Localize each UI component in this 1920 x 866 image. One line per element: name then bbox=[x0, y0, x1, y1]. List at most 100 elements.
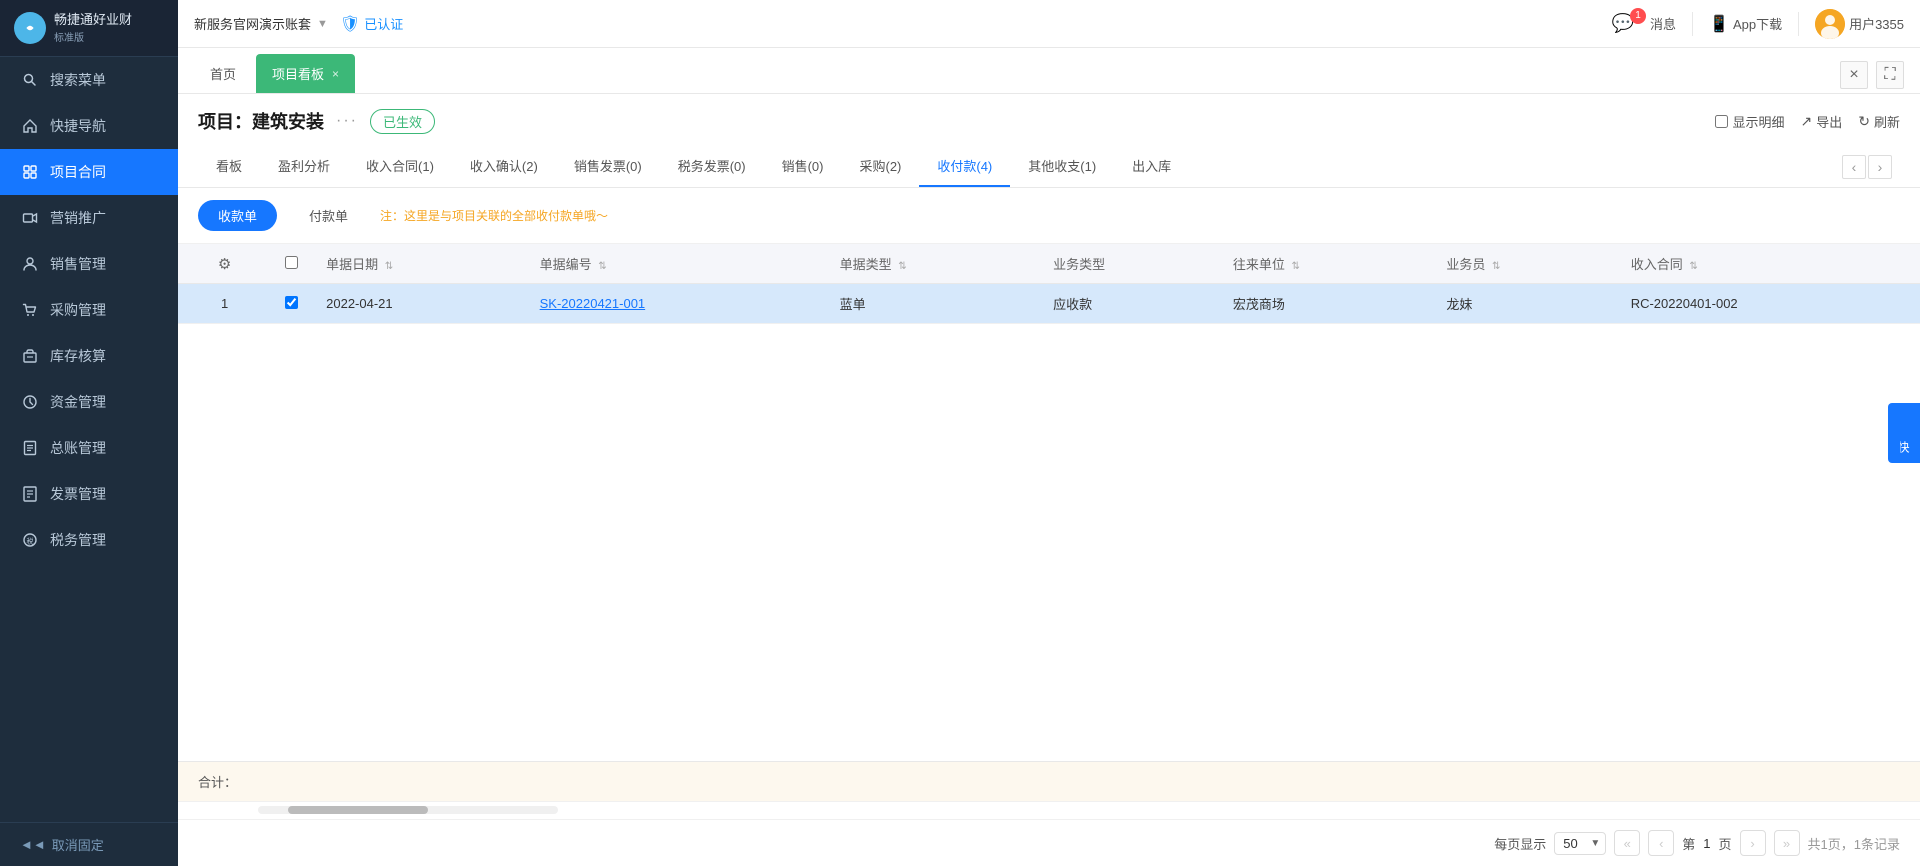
page-suffix: 页 bbox=[1719, 834, 1732, 853]
sub-nav-payment[interactable]: 收付款(4) bbox=[919, 146, 1010, 187]
project-header: 项目：建筑安装 ··· 已生效 显示明细 ↗ 导出 ↻ 刷新 bbox=[178, 94, 1920, 188]
sub-nav-sales[interactable]: 销售(0) bbox=[764, 146, 842, 187]
content: 项目：建筑安装 ··· 已生效 显示明细 ↗ 导出 ↻ 刷新 bbox=[178, 94, 1920, 866]
table-col-settings[interactable]: ⚙ bbox=[178, 244, 271, 284]
sub-nav-income-confirm[interactable]: 收入确认(2) bbox=[452, 146, 556, 187]
sub-nav-next-arrow[interactable]: › bbox=[1868, 155, 1892, 179]
page-size-select[interactable]: 10 20 50 100 bbox=[1554, 832, 1606, 855]
scrollbar-track[interactable] bbox=[258, 806, 558, 814]
tab-close-icon[interactable]: × bbox=[332, 67, 339, 81]
sidebar-item-search[interactable]: 搜索菜单 bbox=[0, 57, 178, 103]
unpin-icon: ◄◄ bbox=[20, 837, 46, 852]
sub-nav-other[interactable]: 其他收支(1) bbox=[1010, 146, 1114, 187]
message-label: 消息 bbox=[1650, 14, 1676, 33]
export-button[interactable]: ↗ 导出 bbox=[1801, 112, 1843, 131]
sub-nav-inout[interactable]: 出入库 bbox=[1114, 146, 1189, 187]
pagination-total-info: 共1页，1条记录 bbox=[1808, 834, 1900, 853]
sidebar-item-tax[interactable]: 税 税务管理 bbox=[0, 517, 178, 563]
certified-icon: 🛡 bbox=[340, 14, 360, 34]
message-button[interactable]: 💬 1 消息 bbox=[1612, 13, 1676, 34]
home-icon bbox=[20, 116, 40, 136]
project-status-badge: 已生效 bbox=[370, 109, 435, 134]
sub-tab-payment[interactable]: 付款单 bbox=[289, 200, 368, 231]
project-title: 项目：建筑安装 bbox=[198, 108, 324, 134]
row-number[interactable]: SK-20220421-001 bbox=[526, 284, 826, 324]
topbar-left: 新服务官网演示账套 ▼ 🛡 已认证 bbox=[194, 14, 403, 34]
row-checkbox[interactable] bbox=[285, 296, 298, 309]
account-selector[interactable]: 新服务官网演示账套 ▼ bbox=[194, 14, 328, 33]
table-footer-label: 合计： bbox=[198, 775, 237, 790]
topbar-divider2 bbox=[1798, 12, 1799, 36]
tab-home[interactable]: 首页 bbox=[194, 54, 252, 93]
app-logo-text: 畅捷通好业财 标准版 bbox=[54, 12, 132, 44]
invoice-icon bbox=[20, 484, 40, 504]
table-row[interactable]: 1 2022-04-21 SK-20220421-001 蓝单 应收款 宏茂商场 bbox=[178, 284, 1920, 324]
sidebar-item-fund[interactable]: 资金管理 bbox=[0, 379, 178, 425]
table-col-salesman[interactable]: 业务员 ⇅ bbox=[1432, 244, 1616, 284]
show-detail-checkbox[interactable] bbox=[1715, 115, 1728, 128]
sidebar-item-invoice[interactable]: 发票管理 bbox=[0, 471, 178, 517]
tab-project-board[interactable]: 项目看板 × bbox=[256, 54, 355, 93]
sort-icon-contract: ⇅ bbox=[1689, 261, 1697, 272]
row-number-link[interactable]: SK-20220421-001 bbox=[540, 296, 646, 311]
sub-nav-purchase[interactable]: 采购(2) bbox=[841, 146, 919, 187]
table-col-contract[interactable]: 收入合同 ⇅ bbox=[1617, 244, 1920, 284]
topbar: 新服务官网演示账套 ▼ 🛡 已认证 💬 1 消息 📱 App下载 bbox=[178, 0, 1920, 48]
table-body: 1 2022-04-21 SK-20220421-001 蓝单 应收款 宏茂商场 bbox=[178, 284, 1920, 324]
account-dropdown-icon: ▼ bbox=[317, 18, 328, 30]
pagination: 每页显示 10 20 50 100 ▼ « ‹ 第 1 页 › » 共1页， bbox=[178, 819, 1920, 866]
sidebar-item-inventory[interactable]: 库存核算 bbox=[0, 333, 178, 379]
settings-icon[interactable]: ⚙ bbox=[218, 256, 231, 273]
last-page-button[interactable]: » bbox=[1774, 830, 1800, 856]
user-menu-button[interactable]: 用户3355 bbox=[1815, 9, 1904, 39]
sidebar-unpin-button[interactable]: ◄◄ 取消固定 bbox=[0, 822, 178, 866]
sidebar-item-ledger[interactable]: 总账管理 bbox=[0, 425, 178, 471]
sub-nav-income-contract[interactable]: 收入合同(1) bbox=[348, 146, 452, 187]
project-actions: 显示明细 ↗ 导出 ↻ 刷新 bbox=[1715, 112, 1900, 131]
tabbar-controls: × ⛶ bbox=[1840, 61, 1904, 93]
prev-page-button[interactable]: ‹ bbox=[1648, 830, 1674, 856]
refresh-icon: ↻ bbox=[1858, 113, 1870, 130]
close-window-button[interactable]: × bbox=[1840, 61, 1868, 89]
project-more-button[interactable]: ··· bbox=[336, 112, 358, 130]
tax-icon: 税 bbox=[20, 530, 40, 550]
app-download-button[interactable]: 📱 App下载 bbox=[1709, 14, 1782, 34]
show-detail-checkbox-label[interactable]: 显示明细 bbox=[1715, 112, 1784, 131]
sub-nav-sales-invoice[interactable]: 销售发票(0) bbox=[556, 146, 660, 187]
refresh-button[interactable]: ↻ 刷新 bbox=[1858, 112, 1900, 131]
user-avatar bbox=[1815, 9, 1845, 39]
sidebar-item-sales[interactable]: 销售管理 bbox=[0, 241, 178, 287]
maximize-window-button[interactable]: ⛶ bbox=[1876, 61, 1904, 89]
sub-nav-profit[interactable]: 盈利分析 bbox=[260, 146, 348, 187]
sub-tab-receipt[interactable]: 收款单 bbox=[198, 200, 277, 231]
select-all-checkbox[interactable] bbox=[285, 256, 298, 269]
first-page-button[interactable]: « bbox=[1614, 830, 1640, 856]
sidebar-item-project[interactable]: 项目合同 bbox=[0, 149, 178, 195]
row-num: 1 bbox=[178, 284, 271, 324]
row-salesman: 龙妹 bbox=[1432, 284, 1616, 324]
topbar-divider bbox=[1692, 12, 1693, 36]
sidebar-item-purchase[interactable]: 采购管理 bbox=[0, 287, 178, 333]
sidebar-item-home[interactable]: 快捷导航 bbox=[0, 103, 178, 149]
table-col-number[interactable]: 单据编号 ⇅ bbox=[526, 244, 826, 284]
sales-icon bbox=[20, 254, 40, 274]
sub-nav-tax-invoice[interactable]: 税务发票(0) bbox=[660, 146, 764, 187]
sort-icon-company: ⇅ bbox=[1292, 261, 1300, 272]
certified-badge: 🛡 已认证 bbox=[340, 14, 403, 34]
data-table: ⚙ 单据日期 ⇅ 单据编号 ⇅ bbox=[178, 244, 1920, 324]
ledger-icon bbox=[20, 438, 40, 458]
table-col-date[interactable]: 单据日期 ⇅ bbox=[312, 244, 526, 284]
sidebar-item-marketing[interactable]: 营销推广 bbox=[0, 195, 178, 241]
table-head: ⚙ 单据日期 ⇅ 单据编号 ⇅ bbox=[178, 244, 1920, 284]
svg-text:快: 快 bbox=[1900, 441, 1910, 453]
sub-nav-board[interactable]: 看板 bbox=[198, 146, 260, 187]
sort-icon-date: ⇅ bbox=[385, 261, 393, 272]
table-col-company[interactable]: 往来单位 ⇅ bbox=[1219, 244, 1433, 284]
page-label: 第 bbox=[1682, 834, 1695, 853]
right-quick-btn[interactable]: 快 bbox=[1888, 403, 1920, 463]
row-type: 蓝单 bbox=[826, 284, 1040, 324]
sub-nav-prev-arrow[interactable]: ‹ bbox=[1842, 155, 1866, 179]
scrollbar-thumb[interactable] bbox=[288, 806, 428, 814]
table-col-type[interactable]: 单据类型 ⇅ bbox=[826, 244, 1040, 284]
next-page-button[interactable]: › bbox=[1740, 830, 1766, 856]
